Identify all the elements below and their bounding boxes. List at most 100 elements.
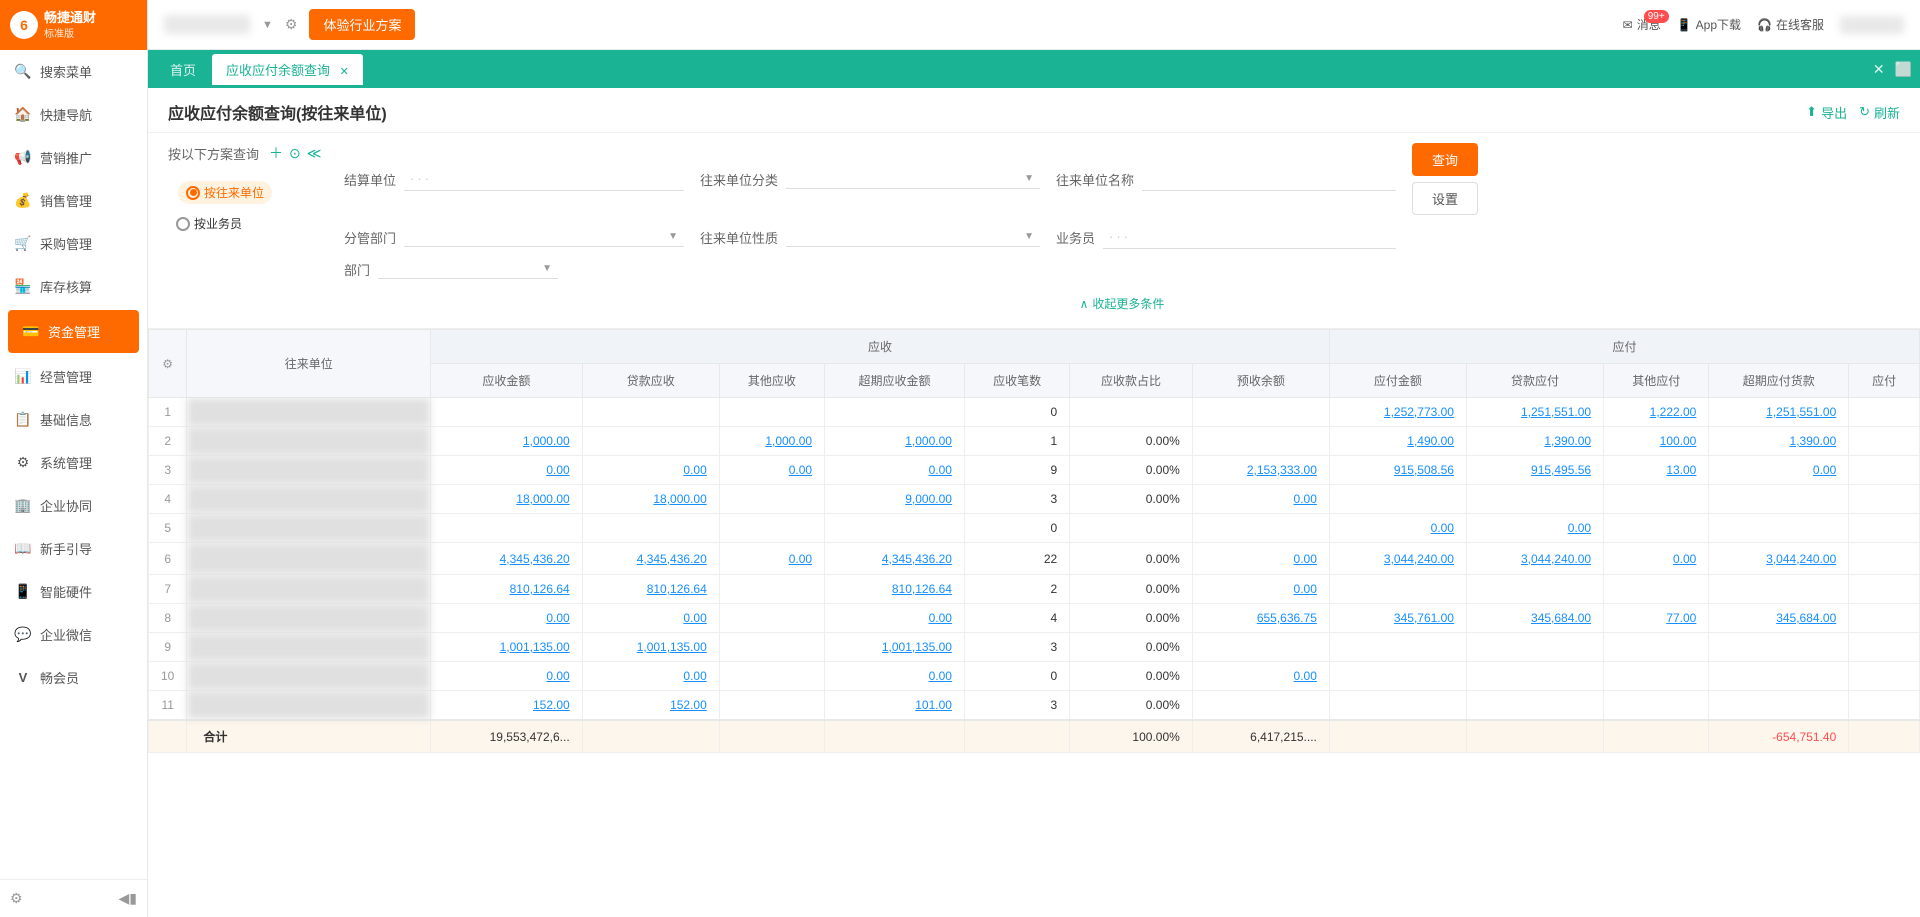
table-cell-number[interactable]: 0.00 bbox=[1466, 514, 1603, 543]
table-cell-number[interactable]: 152.00 bbox=[431, 691, 583, 721]
table-cell-number[interactable]: 0.00 bbox=[825, 456, 965, 485]
table-cell-number[interactable]: 345,684.00 bbox=[1709, 604, 1849, 633]
dept-select[interactable]: ▼ bbox=[378, 259, 558, 279]
table-cell-number[interactable]: 18,000.00 bbox=[582, 485, 719, 514]
filter-collapse-icon[interactable]: ≪ bbox=[307, 145, 322, 162]
sidebar-item-quick-nav[interactable]: 🏠 快捷导航 bbox=[0, 93, 147, 136]
topbar-dropdown-arrow[interactable]: ▼ bbox=[262, 19, 273, 31]
view-by-salesman[interactable]: 按业务员 bbox=[168, 212, 328, 235]
table-cell-number[interactable]: 1,222.00 bbox=[1604, 398, 1709, 427]
table-cell-number[interactable]: 915,508.56 bbox=[1329, 456, 1466, 485]
partner-type-select[interactable]: ▼ bbox=[786, 169, 1040, 189]
tab-maximize-icon[interactable]: ⬜ bbox=[1895, 61, 1912, 78]
table-cell-number[interactable]: 915,495.56 bbox=[1466, 456, 1603, 485]
table-cell-number[interactable]: 0.00 bbox=[719, 456, 824, 485]
solution-button[interactable]: 体验行业方案 bbox=[309, 9, 415, 40]
table-cell-number[interactable]: 655,636.75 bbox=[1192, 604, 1329, 633]
topbar-gear-icon[interactable]: ⚙ bbox=[285, 16, 298, 33]
sidebar-item-member[interactable]: V 畅会员 bbox=[0, 656, 147, 699]
tab-ar-ap[interactable]: 应收应付余额查询 ✕ bbox=[212, 54, 363, 85]
table-cell-number[interactable]: 101.00 bbox=[825, 691, 965, 721]
table-cell-number[interactable]: 0.00 bbox=[825, 604, 965, 633]
table-cell-number[interactable]: 345,761.00 bbox=[1329, 604, 1466, 633]
table-cell-number[interactable]: 1,390.00 bbox=[1709, 427, 1849, 456]
tab-close-window-icon[interactable]: ✕ bbox=[1873, 61, 1885, 78]
dept-manager-select[interactable]: ▼ bbox=[404, 227, 684, 247]
sidebar-item-system[interactable]: ⚙ 系统管理 bbox=[0, 441, 147, 484]
table-cell-number[interactable]: 810,126.64 bbox=[431, 575, 583, 604]
table-cell-number[interactable]: 18,000.00 bbox=[431, 485, 583, 514]
sidebar-item-purchase[interactable]: 🛒 采购管理 bbox=[0, 222, 147, 265]
table-cell-number[interactable]: 1,490.00 bbox=[1329, 427, 1466, 456]
table-container[interactable]: ⚙ 往来单位 应收 应付 bbox=[148, 329, 1920, 917]
table-cell-number[interactable]: 0.00 bbox=[719, 543, 824, 575]
table-settings-header[interactable]: ⚙ bbox=[149, 330, 187, 398]
table-cell-number[interactable]: 1,001,135.00 bbox=[582, 633, 719, 662]
user-name[interactable]: xxxx bbox=[1840, 16, 1904, 34]
table-cell-number[interactable]: 810,126.64 bbox=[582, 575, 719, 604]
table-cell-number[interactable]: 0.00 bbox=[431, 604, 583, 633]
table-cell-number[interactable]: 152.00 bbox=[582, 691, 719, 721]
collapse-button[interactable]: ∧ 收起更多条件 bbox=[1074, 289, 1171, 318]
table-cell-number[interactable]: 0.00 bbox=[582, 662, 719, 691]
sidebar-item-base-info[interactable]: 📋 基础信息 bbox=[0, 398, 147, 441]
table-cell-number[interactable]: 1,001,135.00 bbox=[431, 633, 583, 662]
query-button[interactable]: 查询 bbox=[1412, 143, 1478, 176]
table-cell-number[interactable]: 4,345,436.20 bbox=[582, 543, 719, 575]
filter-settings-icon[interactable]: ⊙ bbox=[289, 145, 301, 162]
sidebar-item-guide[interactable]: 📖 新手引导 bbox=[0, 527, 147, 570]
partner-nature-select[interactable]: ▼ bbox=[786, 227, 1040, 247]
app-download-button[interactable]: 📱 App下载 bbox=[1677, 16, 1741, 33]
footer-settings-icon[interactable]: ⚙ bbox=[10, 890, 23, 907]
tab-home[interactable]: 首页 bbox=[156, 54, 210, 85]
sidebar-item-enterprise[interactable]: 🏢 企业协同 bbox=[0, 484, 147, 527]
sidebar-item-finance[interactable]: 💳 资金管理 bbox=[8, 310, 139, 353]
sidebar-item-wechat[interactable]: 💬 企业微信 bbox=[0, 613, 147, 656]
table-cell-number[interactable]: 1,000.00 bbox=[719, 427, 824, 456]
table-cell-number[interactable]: 0.00 bbox=[1192, 543, 1329, 575]
settings-button[interactable]: 设置 bbox=[1412, 182, 1478, 215]
message-button[interactable]: ✉ 消息 99+ bbox=[1623, 16, 1661, 33]
table-cell-number[interactable]: 13.00 bbox=[1604, 456, 1709, 485]
table-cell-number[interactable]: 0.00 bbox=[1604, 543, 1709, 575]
table-cell-number[interactable]: 0.00 bbox=[825, 662, 965, 691]
sidebar-item-sales[interactable]: 💰 销售管理 bbox=[0, 179, 147, 222]
sidebar-item-marketing[interactable]: 📢 营销推广 bbox=[0, 136, 147, 179]
table-cell-number[interactable]: 1,251,551.00 bbox=[1709, 398, 1849, 427]
table-cell-number[interactable]: 0.00 bbox=[1192, 575, 1329, 604]
settlement-unit-input[interactable] bbox=[404, 167, 684, 191]
view-by-partner[interactable]: 按往来单位 bbox=[178, 181, 272, 204]
table-cell-number[interactable]: 0.00 bbox=[1192, 485, 1329, 514]
filter-add-icon[interactable]: ＋ bbox=[269, 143, 283, 163]
export-button[interactable]: ⬆ 导出 bbox=[1806, 103, 1847, 122]
table-cell-number[interactable]: 810,126.64 bbox=[825, 575, 965, 604]
sidebar-item-inventory[interactable]: 🏪 库存核算 bbox=[0, 265, 147, 308]
table-cell-number[interactable]: 0.00 bbox=[431, 662, 583, 691]
footer-collapse-icon[interactable]: ◀▮ bbox=[119, 890, 137, 907]
table-cell-number[interactable]: 4,345,436.20 bbox=[825, 543, 965, 575]
partner-name-input[interactable] bbox=[1142, 167, 1396, 191]
table-cell-number[interactable]: 3,044,240.00 bbox=[1466, 543, 1603, 575]
table-cell-number[interactable]: 100.00 bbox=[1604, 427, 1709, 456]
table-cell-number[interactable]: 1,252,773.00 bbox=[1329, 398, 1466, 427]
table-cell-number[interactable]: 1,000.00 bbox=[431, 427, 583, 456]
table-cell-number[interactable]: 2,153,333.00 bbox=[1192, 456, 1329, 485]
table-cell-number[interactable]: 1,000.00 bbox=[825, 427, 965, 456]
sidebar-item-search-menu[interactable]: 🔍 搜索菜单 bbox=[0, 50, 147, 93]
table-cell-number[interactable]: 1,001,135.00 bbox=[825, 633, 965, 662]
table-cell-number[interactable]: 3,044,240.00 bbox=[1709, 543, 1849, 575]
table-cell-number[interactable]: 0.00 bbox=[1709, 456, 1849, 485]
table-cell-number[interactable]: 77.00 bbox=[1604, 604, 1709, 633]
table-cell-number[interactable]: 4,345,436.20 bbox=[431, 543, 583, 575]
table-cell-number[interactable]: 0.00 bbox=[431, 456, 583, 485]
table-cell-number[interactable]: 0.00 bbox=[1329, 514, 1466, 543]
sidebar-item-operations[interactable]: 📊 经营管理 bbox=[0, 355, 147, 398]
table-cell-number[interactable]: 0.00 bbox=[582, 456, 719, 485]
sidebar-item-smart-hw[interactable]: 📱 智能硬件 bbox=[0, 570, 147, 613]
table-cell-number[interactable]: 9,000.00 bbox=[825, 485, 965, 514]
table-cell-number[interactable]: 345,684.00 bbox=[1466, 604, 1603, 633]
refresh-button[interactable]: ↻ 刷新 bbox=[1859, 103, 1900, 122]
salesman-input[interactable] bbox=[1103, 225, 1396, 249]
table-cell-number[interactable]: 3,044,240.00 bbox=[1329, 543, 1466, 575]
tab-close-icon[interactable]: ✕ bbox=[340, 66, 349, 78]
